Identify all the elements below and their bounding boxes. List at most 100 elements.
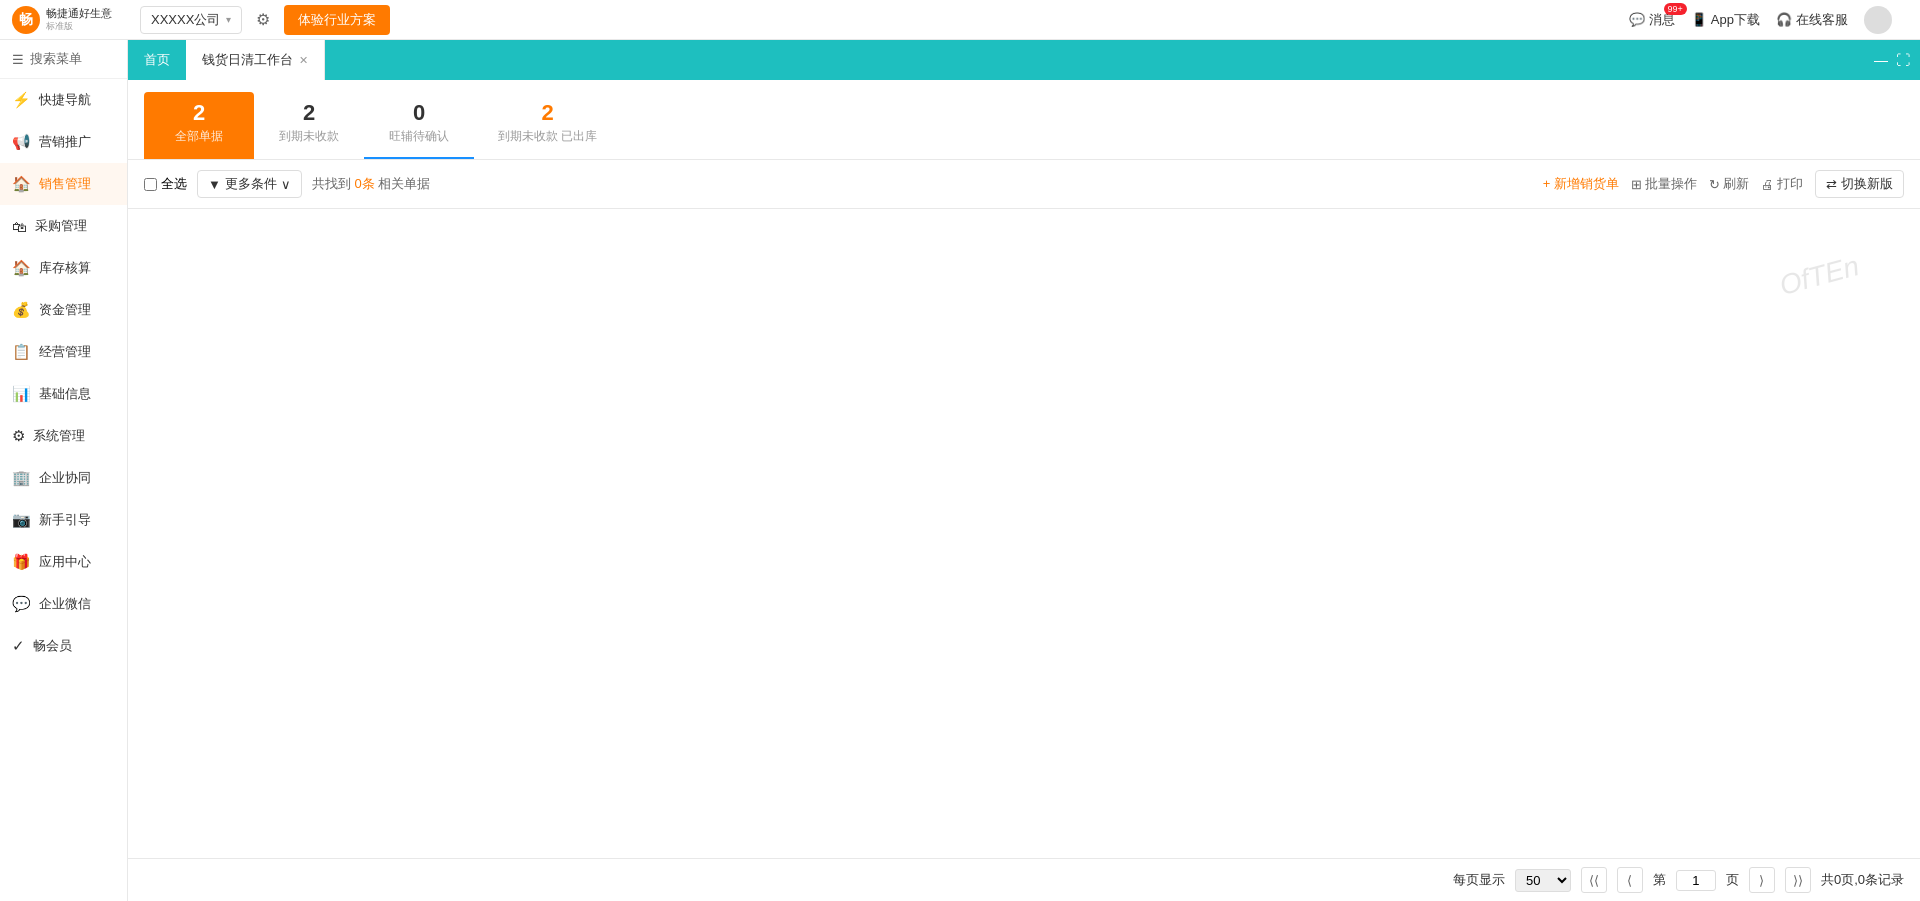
stat-label-wangpu: 旺辅待确认 xyxy=(388,128,450,145)
basic-info-icon: 📊 xyxy=(12,385,31,403)
filter-icon: ▼ xyxy=(208,177,221,192)
found-prefix: 共找到 xyxy=(312,176,351,191)
batch-button[interactable]: ⊞ 批量操作 xyxy=(1631,175,1697,193)
page-next-button[interactable]: ⟩ xyxy=(1749,867,1775,893)
per-page-select[interactable]: 50 100 200 xyxy=(1515,869,1571,892)
logo-icon: 畅 xyxy=(12,6,40,34)
select-all-label: 全选 xyxy=(161,175,187,193)
stats-tabs-row: 2 全部单据 2 到期未收款 0 旺辅待确认 2 到期未收款 已出库 xyxy=(144,92,1904,159)
sidebar-label-app-center: 应用中心 xyxy=(39,553,91,571)
page-label: 第 xyxy=(1653,871,1666,889)
messages-button[interactable]: 💬 消息 99+ xyxy=(1629,11,1675,29)
stat-tab-overdue[interactable]: 2 到期未收款 xyxy=(254,92,364,159)
inventory-icon: 🏠 xyxy=(12,259,31,277)
finance-icon: 💰 xyxy=(12,301,31,319)
table-area xyxy=(128,209,1920,858)
online-service-button[interactable]: 🎧 在线客服 xyxy=(1776,11,1848,29)
app-download-button[interactable]: 📱 App下载 xyxy=(1691,11,1760,29)
main-content: 首页 钱货日清工作台 ✕ — ⛶ OfTEn 2 全部单据 xyxy=(128,40,1920,901)
company-selector[interactable]: XXXXX公司 ▾ xyxy=(140,6,242,34)
top-header: 畅 畅捷通好生意 标准版 XXXXX公司 ▾ ⚙ 体验行业方案 💬 消息 99+… xyxy=(0,0,1920,40)
page-prev-button[interactable]: ⟨ xyxy=(1617,867,1643,893)
sidebar-label-purchase: 采购管理 xyxy=(35,217,87,235)
marketing-icon: 📢 xyxy=(12,133,31,151)
page-last-button[interactable]: ⟩⟩ xyxy=(1785,867,1811,893)
all-checkbox-input[interactable] xyxy=(144,178,157,191)
sidebar-item-system[interactable]: ⚙ 系统管理 xyxy=(0,415,127,457)
tab-minimize-button[interactable]: — xyxy=(1874,52,1888,68)
toolbar-right: + 新增销货单 ⊞ 批量操作 ↻ 刷新 🖨 打印 ⇄ xyxy=(1543,170,1904,198)
sidebar-item-sales[interactable]: 🏠 销售管理 xyxy=(0,163,127,205)
filter-button[interactable]: ▼ 更多条件 ∨ xyxy=(197,170,302,198)
stat-tab-wangpu[interactable]: 0 旺辅待确认 xyxy=(364,92,474,159)
stat-num-wangpu: 0 xyxy=(388,100,450,126)
stat-num-all: 2 xyxy=(168,100,230,126)
switch-label: 切换新版 xyxy=(1841,175,1893,193)
found-suffix: 相关单据 xyxy=(378,176,430,191)
settings-button[interactable]: ⚙ xyxy=(248,5,278,35)
sidebar-label-newcomer: 新手引导 xyxy=(39,511,91,529)
message-badge: 99+ xyxy=(1664,3,1687,15)
tab-qhrc[interactable]: 钱货日清工作台 ✕ xyxy=(186,40,325,80)
logo-text: 畅捷通好生意 xyxy=(46,6,112,20)
stat-tab-all[interactable]: 2 全部单据 xyxy=(144,92,254,159)
select-all-checkbox[interactable]: 全选 xyxy=(144,175,187,193)
batch-icon: ⊞ xyxy=(1631,177,1642,192)
sidebar-search[interactable]: ☰ 搜索菜单 xyxy=(0,40,127,79)
refresh-button[interactable]: ↻ 刷新 xyxy=(1709,175,1749,193)
download-icon: 📱 xyxy=(1691,12,1707,27)
sidebar-item-marketing[interactable]: 📢 营销推广 xyxy=(0,121,127,163)
switch-version-button[interactable]: ⇄ 切换新版 xyxy=(1815,170,1904,198)
stat-num-overdue: 2 xyxy=(278,100,340,126)
toolbar: 全选 ▼ 更多条件 ∨ 共找到 0条 相关单据 + 新增销货单 ⊞ 批量操作 xyxy=(128,160,1920,209)
chevron-down-icon: ▾ xyxy=(226,14,231,25)
sidebar-label-operations: 经营管理 xyxy=(39,343,91,361)
trial-button[interactable]: 体验行业方案 xyxy=(284,5,390,35)
message-icon: 💬 xyxy=(1629,12,1645,27)
purchase-icon: 🛍 xyxy=(12,218,27,235)
filter-label: 更多条件 xyxy=(225,175,277,193)
print-button[interactable]: 🖨 打印 xyxy=(1761,175,1803,193)
tab-bar: 首页 钱货日清工作台 ✕ — ⛶ xyxy=(128,40,1920,80)
page-input[interactable] xyxy=(1676,870,1716,891)
sidebar-item-enterprise[interactable]: 🏢 企业协同 xyxy=(0,457,127,499)
sidebar-label-sales: 销售管理 xyxy=(39,175,91,193)
tab-close-icon[interactable]: ✕ xyxy=(299,54,308,67)
main-layout: ☰ 搜索菜单 ⚡ 快捷导航 📢 营销推广 🏠 销售管理 🛍 采购管理 🏠 库存核… xyxy=(0,40,1920,901)
sidebar-item-basic-info[interactable]: 📊 基础信息 xyxy=(0,373,127,415)
stat-label-overdue-out: 到期未收款 已出库 xyxy=(498,128,597,145)
quick-nav-icon: ⚡ xyxy=(12,91,31,109)
stat-num-overdue-out: 2 xyxy=(498,100,597,126)
stats-tabs: 2 全部单据 2 到期未收款 0 旺辅待确认 2 到期未收款 已出库 xyxy=(128,80,1920,160)
logo-area: 畅 畅捷通好生意 标准版 xyxy=(12,6,140,34)
refresh-label: 刷新 xyxy=(1723,175,1749,193)
sidebar-item-inventory[interactable]: 🏠 库存核算 xyxy=(0,247,127,289)
batch-label: 批量操作 xyxy=(1645,175,1697,193)
tab-maximize-button[interactable]: ⛶ xyxy=(1896,52,1910,68)
online-service-label: 在线客服 xyxy=(1796,11,1848,29)
system-icon: ⚙ xyxy=(12,427,25,445)
avatar[interactable] xyxy=(1864,6,1892,34)
sidebar-label-basic-info: 基础信息 xyxy=(39,385,91,403)
sidebar-label-wechat: 企业微信 xyxy=(39,595,91,613)
sidebar-item-purchase[interactable]: 🛍 采购管理 xyxy=(0,205,127,247)
sidebar-label-member: 畅会员 xyxy=(33,637,72,655)
sidebar-item-operations[interactable]: 📋 经营管理 xyxy=(0,331,127,373)
tab-bar-actions: — ⛶ xyxy=(1864,40,1920,80)
tab-home[interactable]: 首页 xyxy=(128,40,186,80)
stat-tab-overdue-out[interactable]: 2 到期未收款 已出库 xyxy=(474,92,621,159)
page-label-suffix: 页 xyxy=(1726,871,1739,889)
sidebar-item-quick-nav[interactable]: ⚡ 快捷导航 xyxy=(0,79,127,121)
sidebar-item-member[interactable]: ✓ 畅会员 xyxy=(0,625,127,667)
sidebar-item-newcomer[interactable]: 📷 新手引导 xyxy=(0,499,127,541)
add-sale-button[interactable]: + 新增销货单 xyxy=(1543,175,1619,193)
refresh-icon: ↻ xyxy=(1709,177,1720,192)
tab-label: 钱货日清工作台 xyxy=(202,51,293,69)
sidebar-item-app-center[interactable]: 🎁 应用中心 xyxy=(0,541,127,583)
sidebar-label-finance: 资金管理 xyxy=(39,301,91,319)
sidebar-item-finance[interactable]: 💰 资金管理 xyxy=(0,289,127,331)
pagination-bar: 每页显示 50 100 200 ⟨⟨ ⟨ 第 页 ⟩ ⟩⟩ 共0页,0条记录 xyxy=(128,858,1920,901)
page-first-button[interactable]: ⟨⟨ xyxy=(1581,867,1607,893)
sales-icon: 🏠 xyxy=(12,175,31,193)
sidebar-item-wechat[interactable]: 💬 企业微信 xyxy=(0,583,127,625)
